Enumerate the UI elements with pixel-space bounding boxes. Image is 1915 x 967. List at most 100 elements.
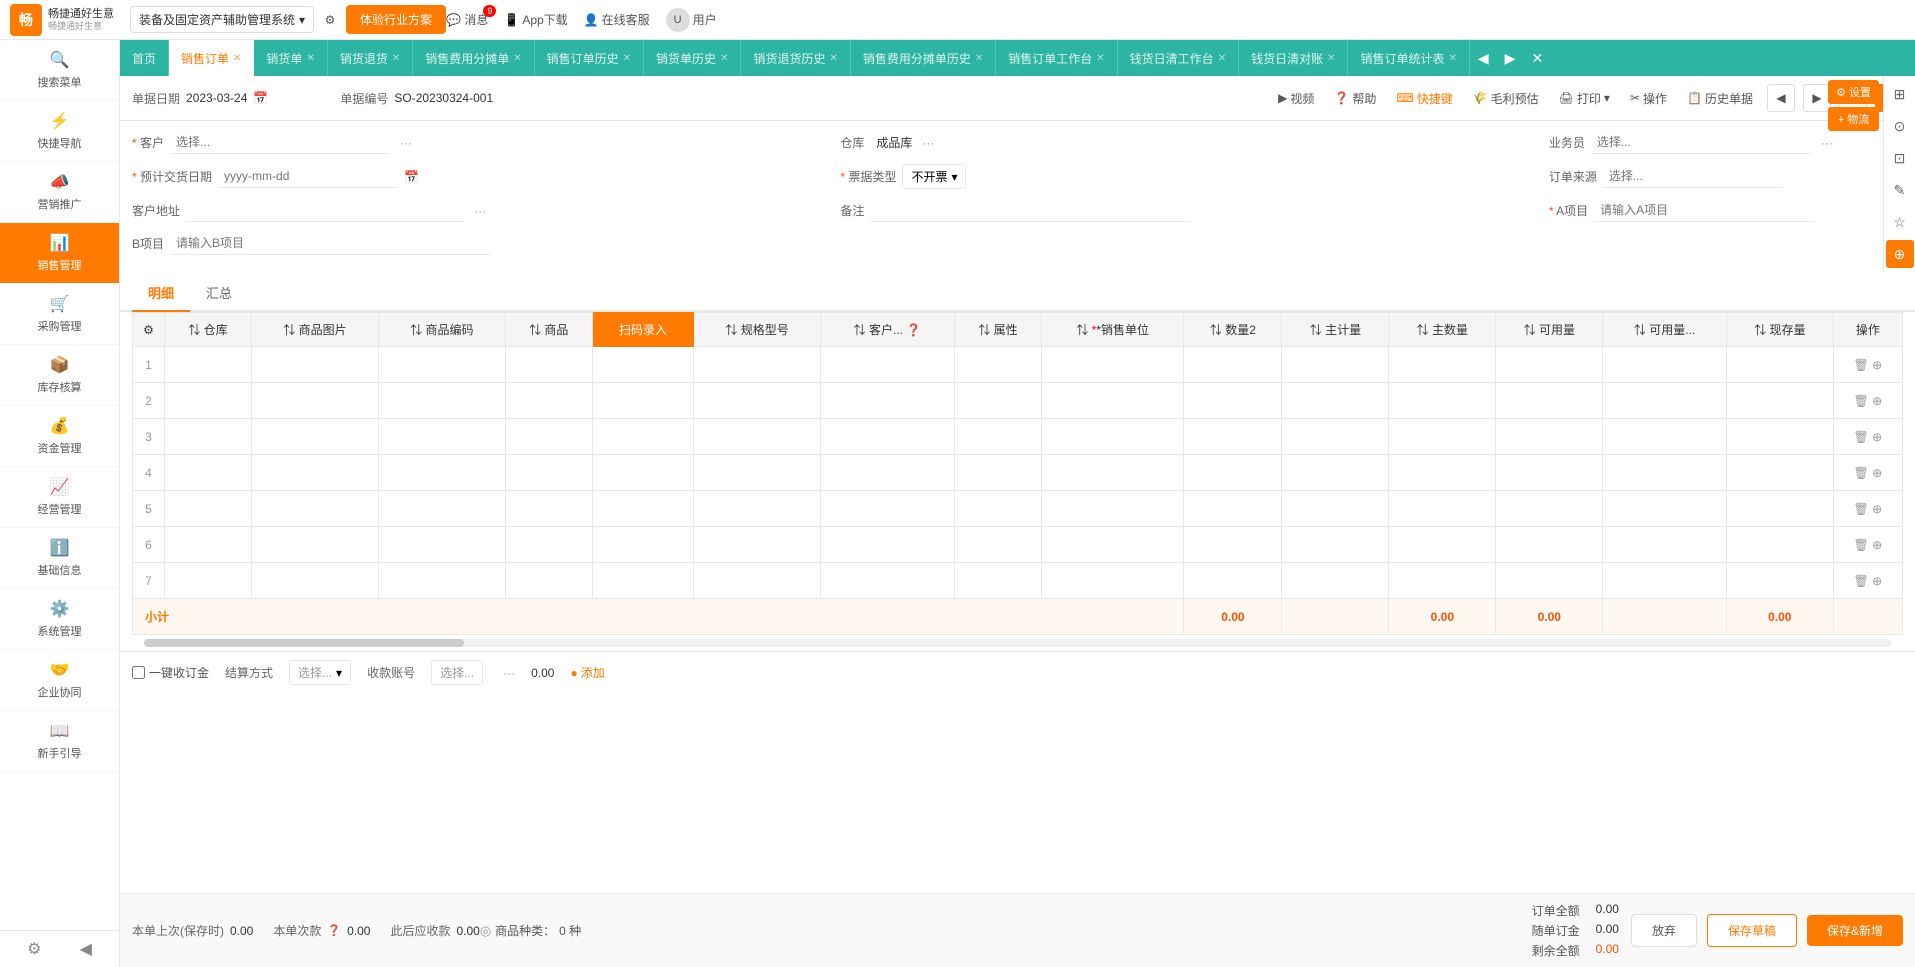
system-selector[interactable]: 装备及固定资产辅助管理系统 ▾	[130, 6, 314, 33]
next-record-btn[interactable]: ▶	[1803, 84, 1831, 112]
history-btn[interactable]: 📋 历史单据	[1681, 88, 1759, 109]
th-spec[interactable]: ⇅ 规格型号	[694, 313, 821, 347]
th-settings[interactable]: ⚙	[133, 313, 165, 347]
tab-close-icon[interactable]: ✕	[233, 53, 241, 64]
settings-button[interactable]: ⚙ 设置	[1828, 80, 1879, 104]
customer-more-icon[interactable]: ···	[400, 136, 412, 150]
row7-copy-icon[interactable]: ⊕	[1872, 574, 1882, 588]
scrollbar-thumb[interactable]	[144, 639, 464, 647]
sidebar-settings-icon[interactable]: ⚙	[27, 939, 41, 959]
sidebar-item-purchase[interactable]: 🛒 采购管理	[0, 284, 119, 345]
th-product[interactable]: ⇅ 商品	[505, 313, 592, 347]
right-panel-btn1[interactable]: ⊞	[1886, 80, 1914, 108]
right-panel-btn3[interactable]: ⊡	[1886, 144, 1914, 172]
invoice-type-select[interactable]: 不开票 ▾	[902, 164, 966, 189]
row5-copy-icon[interactable]: ⊕	[1872, 502, 1882, 516]
row4-copy-icon[interactable]: ⊕	[1872, 466, 1882, 480]
profit-btn[interactable]: 🌾 毛利预估	[1467, 88, 1545, 109]
tab-close-order-workbench-icon[interactable]: ✕	[1096, 53, 1104, 64]
tab-close-sales-return-icon[interactable]: ✕	[306, 53, 314, 64]
sidebar-item-enterprise[interactable]: 🤝 企业协同	[0, 650, 119, 711]
tab-goods-return[interactable]: 销货退货 ✕	[328, 40, 413, 76]
tab-close-all-button[interactable]: ✕	[1523, 50, 1551, 67]
row-delete-icon[interactable]: 🗑	[1854, 358, 1869, 372]
row6-copy-icon[interactable]: ⊕	[1872, 538, 1882, 552]
tab-close-fee-history-icon[interactable]: ✕	[975, 53, 983, 64]
row6-delete-icon[interactable]: 🗑	[1854, 538, 1869, 552]
th-attribute[interactable]: ⇅ 属性	[955, 313, 1042, 347]
row2-delete-icon[interactable]: 🗑	[1854, 394, 1869, 408]
sidebar-item-guide[interactable]: 📖 新手引导	[0, 711, 119, 772]
customer-input[interactable]	[170, 131, 390, 154]
row5-delete-icon[interactable]: 🗑	[1854, 502, 1869, 516]
tab-daily-reconcile[interactable]: 钱货日清对账 ✕	[1239, 40, 1348, 76]
salesperson-more-icon[interactable]: ···	[1821, 136, 1833, 150]
tab-close-goods-return-icon[interactable]: ✕	[392, 53, 400, 64]
addr-more-icon[interactable]: ···	[474, 204, 486, 218]
account-select[interactable]: 选择...	[431, 660, 483, 685]
tab-prev-button[interactable]: ◀	[1470, 50, 1497, 67]
th-main-qty[interactable]: ⇅ 主数量	[1389, 313, 1496, 347]
tab-close-daily-reconcile-icon[interactable]: ✕	[1327, 53, 1335, 64]
prev-record-btn[interactable]: ◀	[1767, 84, 1795, 112]
sidebar-collapse-icon[interactable]: ◀	[80, 939, 92, 959]
row7-delete-icon[interactable]: 🗑	[1854, 574, 1869, 588]
discard-button[interactable]: 放弃	[1631, 914, 1697, 947]
th-scan[interactable]: 扫码录入	[592, 313, 693, 347]
tab-close-sales-fee-icon[interactable]: ✕	[513, 53, 521, 64]
right-panel-btn4[interactable]: ✎	[1886, 176, 1914, 204]
sidebar-item-search[interactable]: 🔍 搜索菜单	[0, 40, 119, 101]
tab-next-button[interactable]: ▶	[1497, 50, 1524, 67]
shortcut-btn[interactable]: ⌨ 快捷键	[1390, 88, 1458, 109]
row2-copy-icon[interactable]: ⊕	[1872, 394, 1882, 408]
sidebar-item-finance[interactable]: 💰 资金管理	[0, 406, 119, 467]
save-new-button[interactable]: 保存&新增	[1807, 915, 1903, 946]
tab-detail[interactable]: 明细	[132, 275, 190, 312]
one-click-checkbox[interactable]	[132, 666, 145, 679]
th-code[interactable]: ⇅ 商品编码	[378, 313, 505, 347]
sidebar-item-inventory[interactable]: 📦 库存核算	[0, 345, 119, 406]
warehouse-more-icon[interactable]: ···	[922, 136, 934, 150]
notes-input[interactable]	[870, 199, 1190, 222]
sidebar-item-system[interactable]: ⚙️ 系统管理	[0, 589, 119, 650]
row3-copy-icon[interactable]: ⊕	[1872, 430, 1882, 444]
tab-stats[interactable]: 销售订单统计表 ✕	[1348, 40, 1469, 76]
a-project-input[interactable]	[1594, 199, 1814, 222]
tab-close-daily-workbench-icon[interactable]: ✕	[1218, 53, 1226, 64]
th-warehouse[interactable]: ⇅ 仓库	[165, 313, 252, 347]
tab-close-return-history-icon[interactable]: ✕	[829, 53, 837, 64]
tab-daily-workbench[interactable]: 钱货日清工作台 ✕	[1118, 40, 1239, 76]
user-avatar[interactable]: U 用户	[666, 8, 717, 32]
tab-return-history[interactable]: 销货退货历史 ✕	[741, 40, 850, 76]
add-button[interactable]: ● 添加	[570, 664, 604, 681]
th-main-unit[interactable]: ⇅ 主计量	[1282, 313, 1389, 347]
settings-icon[interactable]: ⚙	[314, 4, 346, 36]
row-copy-icon[interactable]: ⊕	[1872, 358, 1882, 372]
right-panel-btn2[interactable]: ⊙	[1886, 112, 1914, 140]
add-material-button[interactable]: + 物流	[1828, 107, 1879, 131]
operation-btn[interactable]: ✂ 操作	[1624, 88, 1673, 109]
print-btn[interactable]: 🖨 打印 ▾	[1553, 88, 1616, 109]
tab-close-stats-icon[interactable]: ✕	[1449, 53, 1457, 64]
tab-close-order-history-icon[interactable]: ✕	[623, 53, 631, 64]
delivery-date-input[interactable]	[218, 165, 398, 188]
th-qty2[interactable]: ⇅ 数量2	[1184, 313, 1282, 347]
th-unit[interactable]: ⇅ **销售单位	[1042, 313, 1184, 347]
one-click-checkbox-label[interactable]: 一键收订金	[132, 664, 209, 681]
tab-sales-return[interactable]: 销货单 ✕	[254, 40, 327, 76]
tab-close-goods-history-icon[interactable]: ✕	[720, 53, 728, 64]
order-source-input[interactable]	[1603, 165, 1783, 188]
info-icon[interactable]: ❓	[327, 924, 341, 937]
tab-summary[interactable]: 汇总	[190, 275, 248, 312]
video-btn[interactable]: ▶ 视频	[1272, 88, 1320, 109]
sidebar-item-management[interactable]: 📈 经营管理	[0, 467, 119, 528]
message-badge[interactable]: 💬 消息 9	[446, 11, 488, 28]
th-current[interactable]: ⇅ 现存量	[1726, 313, 1833, 347]
help-btn[interactable]: ❓ 帮助	[1328, 88, 1382, 109]
th-available[interactable]: ⇅ 可用量	[1496, 313, 1603, 347]
tab-sales-fee[interactable]: 销售费用分摊单 ✕	[413, 40, 534, 76]
sidebar-item-marketing[interactable]: 📣 营销推广	[0, 162, 119, 223]
payment-method-select[interactable]: 选择... ▾	[289, 660, 351, 685]
sidebar-item-basic-info[interactable]: ℹ️ 基础信息	[0, 528, 119, 589]
save-draft-button[interactable]: 保存草稿	[1707, 914, 1797, 947]
